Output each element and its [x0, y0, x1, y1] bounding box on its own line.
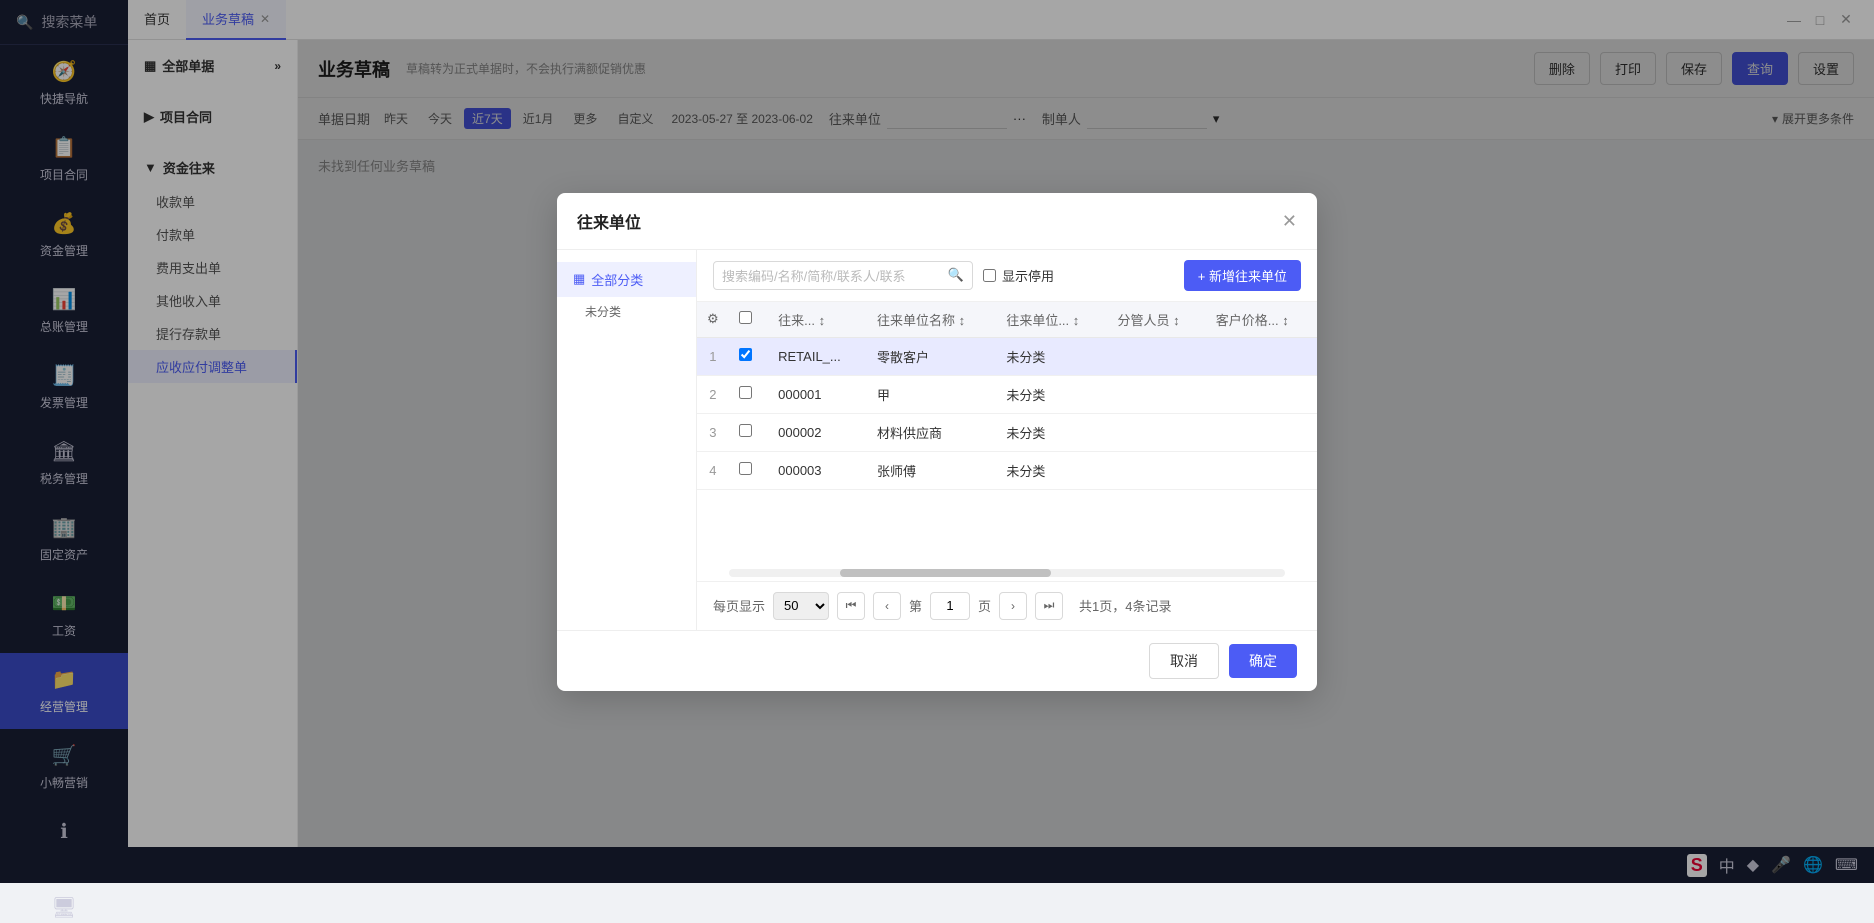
col-manager[interactable]: 分管人员 ↕	[1108, 302, 1206, 338]
row-num: 4	[697, 451, 729, 489]
row-name: 张师傅	[867, 451, 996, 489]
col-checkbox[interactable]	[729, 302, 768, 338]
modal-header: 往来单位 ✕	[557, 193, 1317, 250]
col-name[interactable]: 往来单位名称 ↕	[867, 302, 996, 338]
row-price	[1206, 413, 1317, 451]
modal-pagination: 每页显示 50 100 ⏮ ‹ 第 页 › ⏭ 共1页，4条记录	[697, 581, 1317, 630]
first-page-btn[interactable]: ⏮	[837, 592, 865, 620]
row-checkbox[interactable]	[729, 375, 768, 413]
modal-sidebar-all[interactable]: ▦ 全部分类	[557, 262, 696, 297]
row-category: 未分类	[996, 375, 1107, 413]
row-category: 未分类	[996, 413, 1107, 451]
row-num: 2	[697, 375, 729, 413]
row-price	[1206, 451, 1317, 489]
cancel-button[interactable]: 取消	[1149, 643, 1219, 679]
row-category: 未分类	[996, 451, 1107, 489]
last-page-btn[interactable]: ⏭	[1035, 592, 1063, 620]
show-disabled-checkbox-label[interactable]: 显示停用	[983, 266, 1054, 285]
table-row[interactable]: 4 000003 张师傅 未分类	[697, 451, 1317, 489]
modal-body: ▦ 全部分类 未分类 搜索编码/名称/简称/联系人/联系 🔍 显示停用 +	[557, 250, 1317, 630]
total-records: 共1页，4条记录	[1079, 596, 1171, 615]
add-partner-button[interactable]: + 新增往来单位	[1184, 260, 1301, 291]
next-page-btn[interactable]: ›	[999, 592, 1027, 620]
row-code: RETAIL_...	[768, 337, 867, 375]
search-icon: 🔍	[948, 267, 964, 283]
show-disabled-checkbox[interactable]	[983, 269, 996, 282]
row-code: 000003	[768, 451, 867, 489]
modal-toolbar: 搜索编码/名称/简称/联系人/联系 🔍 显示停用 + 新增往来单位	[697, 250, 1317, 302]
table-row[interactable]: 3 000002 材料供应商 未分类	[697, 413, 1317, 451]
prev-page-btn[interactable]: ‹	[873, 592, 901, 620]
row-code: 000001	[768, 375, 867, 413]
row-manager	[1108, 337, 1206, 375]
scrollbar-track	[729, 569, 1285, 577]
row-checkbox[interactable]	[729, 451, 768, 489]
row-code: 000002	[768, 413, 867, 451]
page-prefix: 第	[909, 596, 922, 615]
row-category: 未分类	[996, 337, 1107, 375]
row-manager	[1108, 375, 1206, 413]
partner-table-container: ⚙ 往来... ↕ 往来单位名称 ↕ 往来单位... ↕ 分管人员 ↕ 客户价格…	[697, 302, 1317, 565]
confirm-button[interactable]: 确定	[1229, 644, 1297, 678]
table-row[interactable]: 1 RETAIL_... 零散客户 未分类	[697, 337, 1317, 375]
row-name: 材料供应商	[867, 413, 996, 451]
row-price	[1206, 337, 1317, 375]
modal-left-sidebar: ▦ 全部分类 未分类	[557, 250, 697, 630]
partner-modal: 往来单位 ✕ ▦ 全部分类 未分类 搜索编码/名称/简称/联系人/联系 🔍	[557, 193, 1317, 691]
current-page-input[interactable]	[930, 592, 970, 620]
row-num: 3	[697, 413, 729, 451]
scrollbar-thumb[interactable]	[840, 569, 1051, 577]
all-category-icon: ▦	[573, 271, 585, 287]
row-name: 甲	[867, 375, 996, 413]
col-category[interactable]: 往来单位... ↕	[996, 302, 1107, 338]
search-partner-input[interactable]: 搜索编码/名称/简称/联系人/联系 🔍	[713, 261, 973, 290]
modal-main-content: 搜索编码/名称/简称/联系人/联系 🔍 显示停用 + 新增往来单位 ⚙	[697, 250, 1317, 630]
row-checkbox[interactable]	[729, 413, 768, 451]
col-price[interactable]: 客户价格... ↕	[1206, 302, 1317, 338]
row-manager	[1108, 451, 1206, 489]
modal-footer: 取消 确定	[557, 630, 1317, 691]
modal-close-btn[interactable]: ✕	[1282, 212, 1297, 230]
row-checkbox[interactable]	[729, 337, 768, 375]
modal-title: 往来单位	[577, 209, 641, 233]
modal-sidebar-unclassified[interactable]: 未分类	[557, 297, 696, 326]
row-name: 零散客户	[867, 337, 996, 375]
partner-table: ⚙ 往来... ↕ 往来单位名称 ↕ 往来单位... ↕ 分管人员 ↕ 客户价格…	[697, 302, 1317, 490]
per-page-label: 每页显示	[713, 596, 765, 615]
row-price	[1206, 375, 1317, 413]
per-page-select[interactable]: 50 100	[773, 592, 829, 620]
row-manager	[1108, 413, 1206, 451]
page-suffix: 页	[978, 596, 991, 615]
table-row[interactable]: 2 000001 甲 未分类	[697, 375, 1317, 413]
col-settings[interactable]: ⚙	[697, 302, 729, 338]
col-code[interactable]: 往来... ↕	[768, 302, 867, 338]
scrollbar-area	[697, 565, 1317, 581]
row-num: 1	[697, 337, 729, 375]
